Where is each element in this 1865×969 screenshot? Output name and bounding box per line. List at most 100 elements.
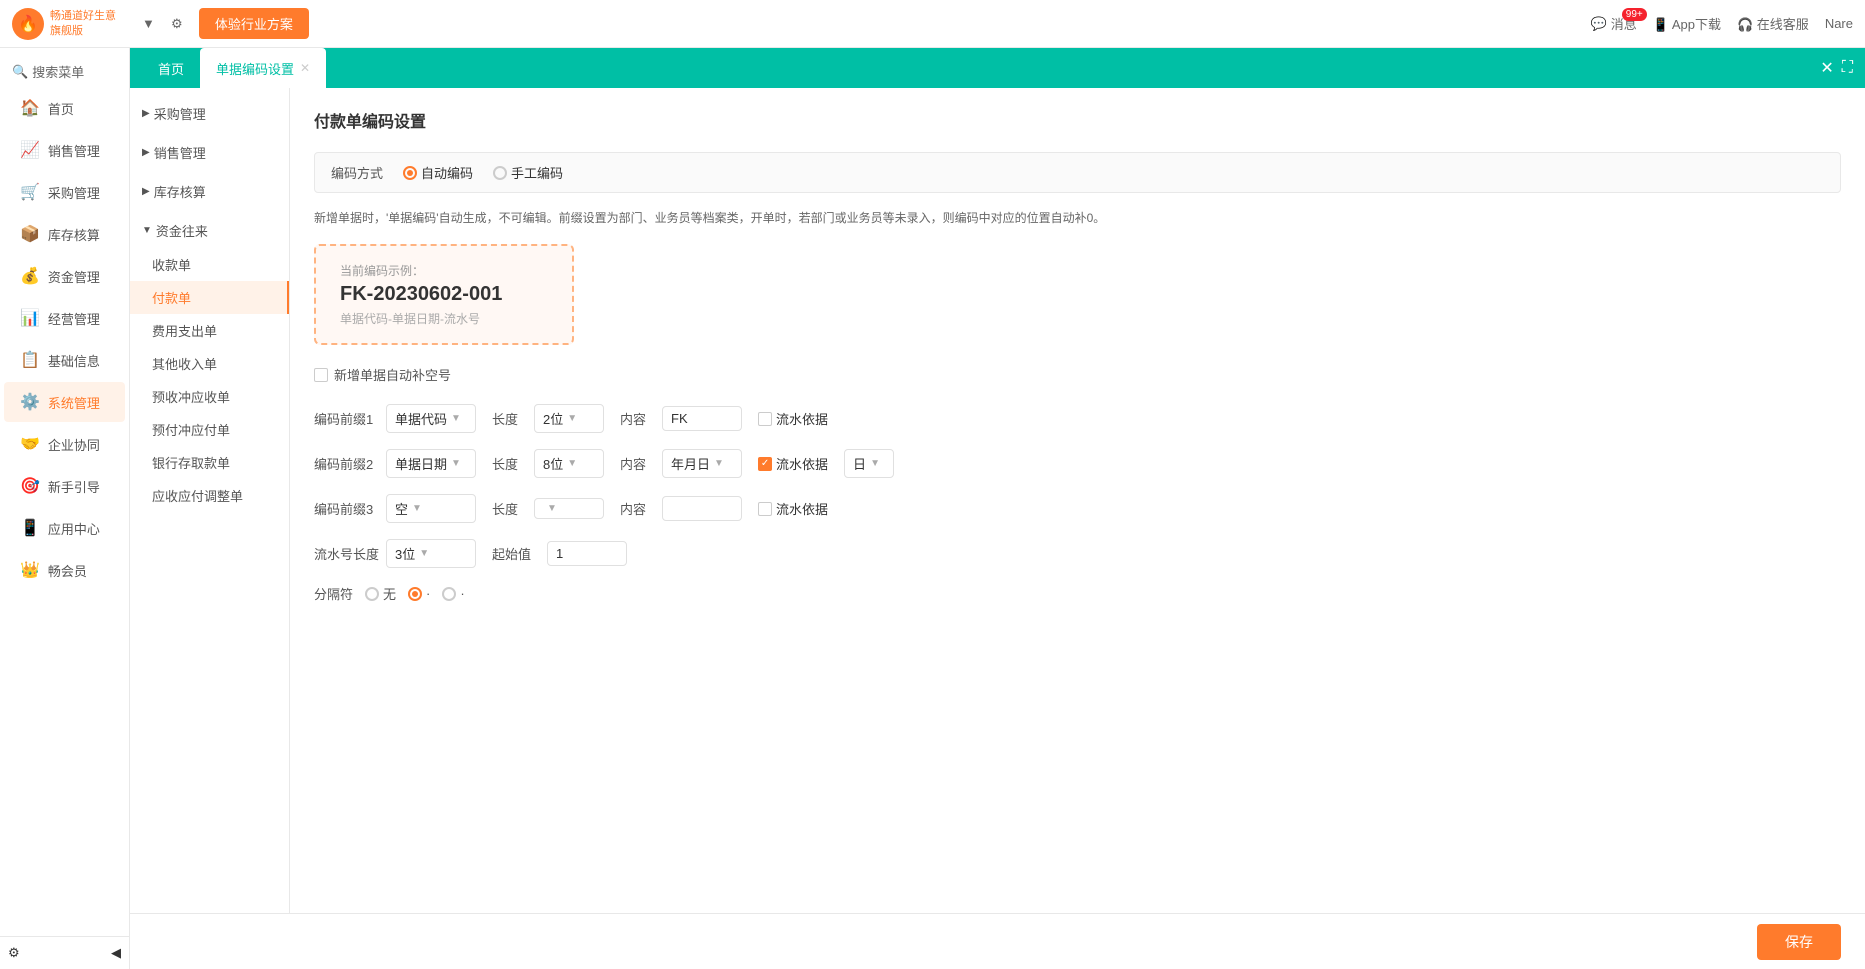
topbar-dropdown[interactable]: ▼ xyxy=(142,16,155,31)
sidebar-item-system[interactable]: ⚙️ 系统管理 xyxy=(4,382,125,422)
serial-check-icon-3 xyxy=(758,502,772,516)
encode-method-label: 编码方式 xyxy=(331,163,383,182)
trial-button[interactable]: 体验行业方案 xyxy=(199,8,309,39)
serial-length-select[interactable]: 3位 ▼ xyxy=(386,539,476,568)
serial-checkbox-2[interactable]: ✓ 流水依据 xyxy=(758,454,828,473)
sep-dot2-radio[interactable] xyxy=(442,587,456,601)
sidebar-item-appcenter[interactable]: 📱 应用中心 xyxy=(4,508,125,548)
layout: 🔍 搜索菜单 🏠 首页 📈 销售管理 🛒 采购管理 📦 库存核算 💰 资金管理 … xyxy=(0,48,1865,969)
tab-close-icon[interactable]: ✕ xyxy=(300,61,310,75)
message-button[interactable]: 💬 消息 99+ xyxy=(1591,14,1637,33)
sub-nav-item-adjust[interactable]: 应收应付调整单 xyxy=(130,479,289,512)
sep-dot1-radio[interactable] xyxy=(408,587,422,601)
sidebar-item-member[interactable]: 👑 畅会员 xyxy=(4,550,125,590)
serial-cycle-select[interactable]: 日 ▼ xyxy=(844,449,894,478)
sub-nav-group-sales: ▶ 销售管理 xyxy=(130,135,289,170)
sub-nav-header-sales[interactable]: ▶ 销售管理 xyxy=(130,135,289,170)
sub-nav-item-pre-receipt[interactable]: 预收冲应收单 xyxy=(130,380,289,413)
content-input-1[interactable] xyxy=(662,406,742,431)
separator-dot1[interactable]: · xyxy=(408,586,430,601)
sidebar-item-partner[interactable]: 🤝 企业协同 xyxy=(4,424,125,464)
sidebar-item-inventory[interactable]: 📦 库存核算 xyxy=(4,214,125,254)
manual-encode-option[interactable]: 手工编码 xyxy=(493,163,563,182)
nav-tabs: 首页 单据编码设置 ✕ ✕ ⛶ xyxy=(130,48,1865,88)
basic-icon: 📋 xyxy=(20,350,40,370)
auto-fill-checkbox[interactable] xyxy=(314,368,328,382)
serial-checkbox-1[interactable]: 流水依据 xyxy=(758,409,828,428)
settings-icon[interactable]: ⚙ xyxy=(163,10,191,38)
main-content: 首页 单据编码设置 ✕ ✕ ⛶ ▶ 采购管 xyxy=(130,48,1865,969)
sidebar-item-purchase[interactable]: 🛒 采购管理 xyxy=(4,172,125,212)
chevron-down-icon9: ▼ xyxy=(419,548,429,559)
chevron-down-icon7: ▼ xyxy=(412,503,422,514)
sub-nav-group-capital: ▼ 资金往来 收款单 付款单 费用支出单 其他收入单 预收冲应收单 预付冲应付单… xyxy=(130,213,289,512)
user-info[interactable]: Nare xyxy=(1825,16,1853,31)
length-select-1[interactable]: 2位 ▼ xyxy=(534,404,604,433)
finance-icon: 💰 xyxy=(20,266,40,286)
chevron-down-icon8: ▼ xyxy=(547,503,557,514)
preview-box: 当前编码示例： FK-20230602-001 单据代码-单据日期-流水号 xyxy=(314,244,574,345)
auto-encode-option[interactable]: 自动编码 xyxy=(403,163,473,182)
sep-none-radio[interactable] xyxy=(365,587,379,601)
content-label-2: 内容 xyxy=(620,454,646,473)
sub-nav-item-bank[interactable]: 银行存取款单 xyxy=(130,446,289,479)
separator-none[interactable]: 无 xyxy=(365,584,396,603)
prefix-select-2[interactable]: 单据日期 ▼ xyxy=(386,449,476,478)
content-area: 付款单编码设置 编码方式 自动编码 手工编码 xyxy=(290,88,1865,969)
system-icon: ⚙️ xyxy=(20,392,40,412)
chevron-down-icon3: ▼ xyxy=(451,458,461,469)
serial-checkbox-3[interactable]: 流水依据 xyxy=(758,499,828,518)
prefix-select-3[interactable]: 空 ▼ xyxy=(386,494,476,523)
sidebar-item-home[interactable]: 🏠 首页 xyxy=(4,88,125,128)
sub-nav-item-receipt[interactable]: 收款单 xyxy=(130,248,289,281)
separator-label: 分隔符 xyxy=(314,584,353,603)
auto-fill-row[interactable]: 新增单据自动补空号 xyxy=(314,365,1841,384)
app-download-link[interactable]: 📱 App下载 xyxy=(1653,14,1721,33)
tab-home[interactable]: 首页 xyxy=(142,48,200,88)
bottom-bar: 保存 xyxy=(130,913,1865,969)
sub-nav-item-expense[interactable]: 费用支出单 xyxy=(130,314,289,347)
window-min-icon[interactable]: ✕ xyxy=(1820,58,1833,78)
separator-dot2[interactable]: · xyxy=(442,586,464,601)
topbar-middle: ▼ ⚙ 体验行业方案 xyxy=(142,8,1591,39)
sidebar-search[interactable]: 🔍 搜索菜单 xyxy=(0,56,129,87)
arrow-right-icon2: ▶ xyxy=(142,147,150,158)
topbar-right: 💬 消息 99+ 📱 App下载 🎧 在线客服 Nare xyxy=(1591,14,1853,33)
sub-nav-item-payment[interactable]: 付款单 xyxy=(130,281,289,314)
sidebar-collapse-icon[interactable]: ◀ xyxy=(111,945,121,961)
auto-encode-radio[interactable] xyxy=(403,166,417,180)
chevron-down-icon4: ▼ xyxy=(567,458,577,469)
sidebar-item-newguide[interactable]: 🎯 新手引导 xyxy=(4,466,125,506)
sub-nav-item-other-income[interactable]: 其他收入单 xyxy=(130,347,289,380)
nav-tabs-right: ✕ ⛶ xyxy=(1820,58,1853,78)
arrow-right-icon: ▶ xyxy=(142,108,150,119)
length-select-3[interactable]: ▼ xyxy=(534,498,604,519)
prefix-select-1[interactable]: 单据代码 ▼ xyxy=(386,404,476,433)
sidebar-settings-icon[interactable]: ⚙ xyxy=(8,945,20,961)
sidebar-item-operations[interactable]: 📊 经营管理 xyxy=(4,298,125,338)
manual-encode-radio[interactable] xyxy=(493,166,507,180)
save-button[interactable]: 保存 xyxy=(1757,924,1841,960)
length-label-3: 长度 xyxy=(492,499,518,518)
sidebar-item-finance[interactable]: 💰 资金管理 xyxy=(4,256,125,296)
sub-nav-item-pre-payment[interactable]: 预付冲应付单 xyxy=(130,413,289,446)
sidebar-item-basic[interactable]: 📋 基础信息 xyxy=(4,340,125,380)
content-select-2[interactable]: 年月日 ▼ xyxy=(662,449,742,478)
serial-check-icon-2: ✓ xyxy=(758,457,772,471)
sub-nav-header-inventory[interactable]: ▶ 库存核算 xyxy=(130,174,289,209)
sidebar: 🔍 搜索菜单 🏠 首页 📈 销售管理 🛒 采购管理 📦 库存核算 💰 资金管理 … xyxy=(0,48,130,969)
window-max-icon[interactable]: ⛶ xyxy=(1842,59,1853,77)
start-value-input[interactable] xyxy=(547,541,627,566)
start-value-label: 起始值 xyxy=(492,544,531,563)
online-service-link[interactable]: 🎧 在线客服 xyxy=(1737,14,1809,33)
sub-nav-header-capital[interactable]: ▼ 资金往来 xyxy=(130,213,289,248)
sub-nav-group-purchase: ▶ 采购管理 xyxy=(130,96,289,131)
prefix-label-2: 编码前缀2 xyxy=(314,454,370,473)
length-select-2[interactable]: 8位 ▼ xyxy=(534,449,604,478)
prefix-row-2: 编码前缀2 单据日期 ▼ 长度 8位 ▼ 内容 年月日 xyxy=(314,449,1841,478)
content-input-3[interactable] xyxy=(662,496,742,521)
length-label-2: 长度 xyxy=(492,454,518,473)
sidebar-item-sales[interactable]: 📈 销售管理 xyxy=(4,130,125,170)
sub-nav-header-purchase[interactable]: ▶ 采购管理 xyxy=(130,96,289,131)
tab-encode-settings[interactable]: 单据编码设置 ✕ xyxy=(200,48,326,88)
